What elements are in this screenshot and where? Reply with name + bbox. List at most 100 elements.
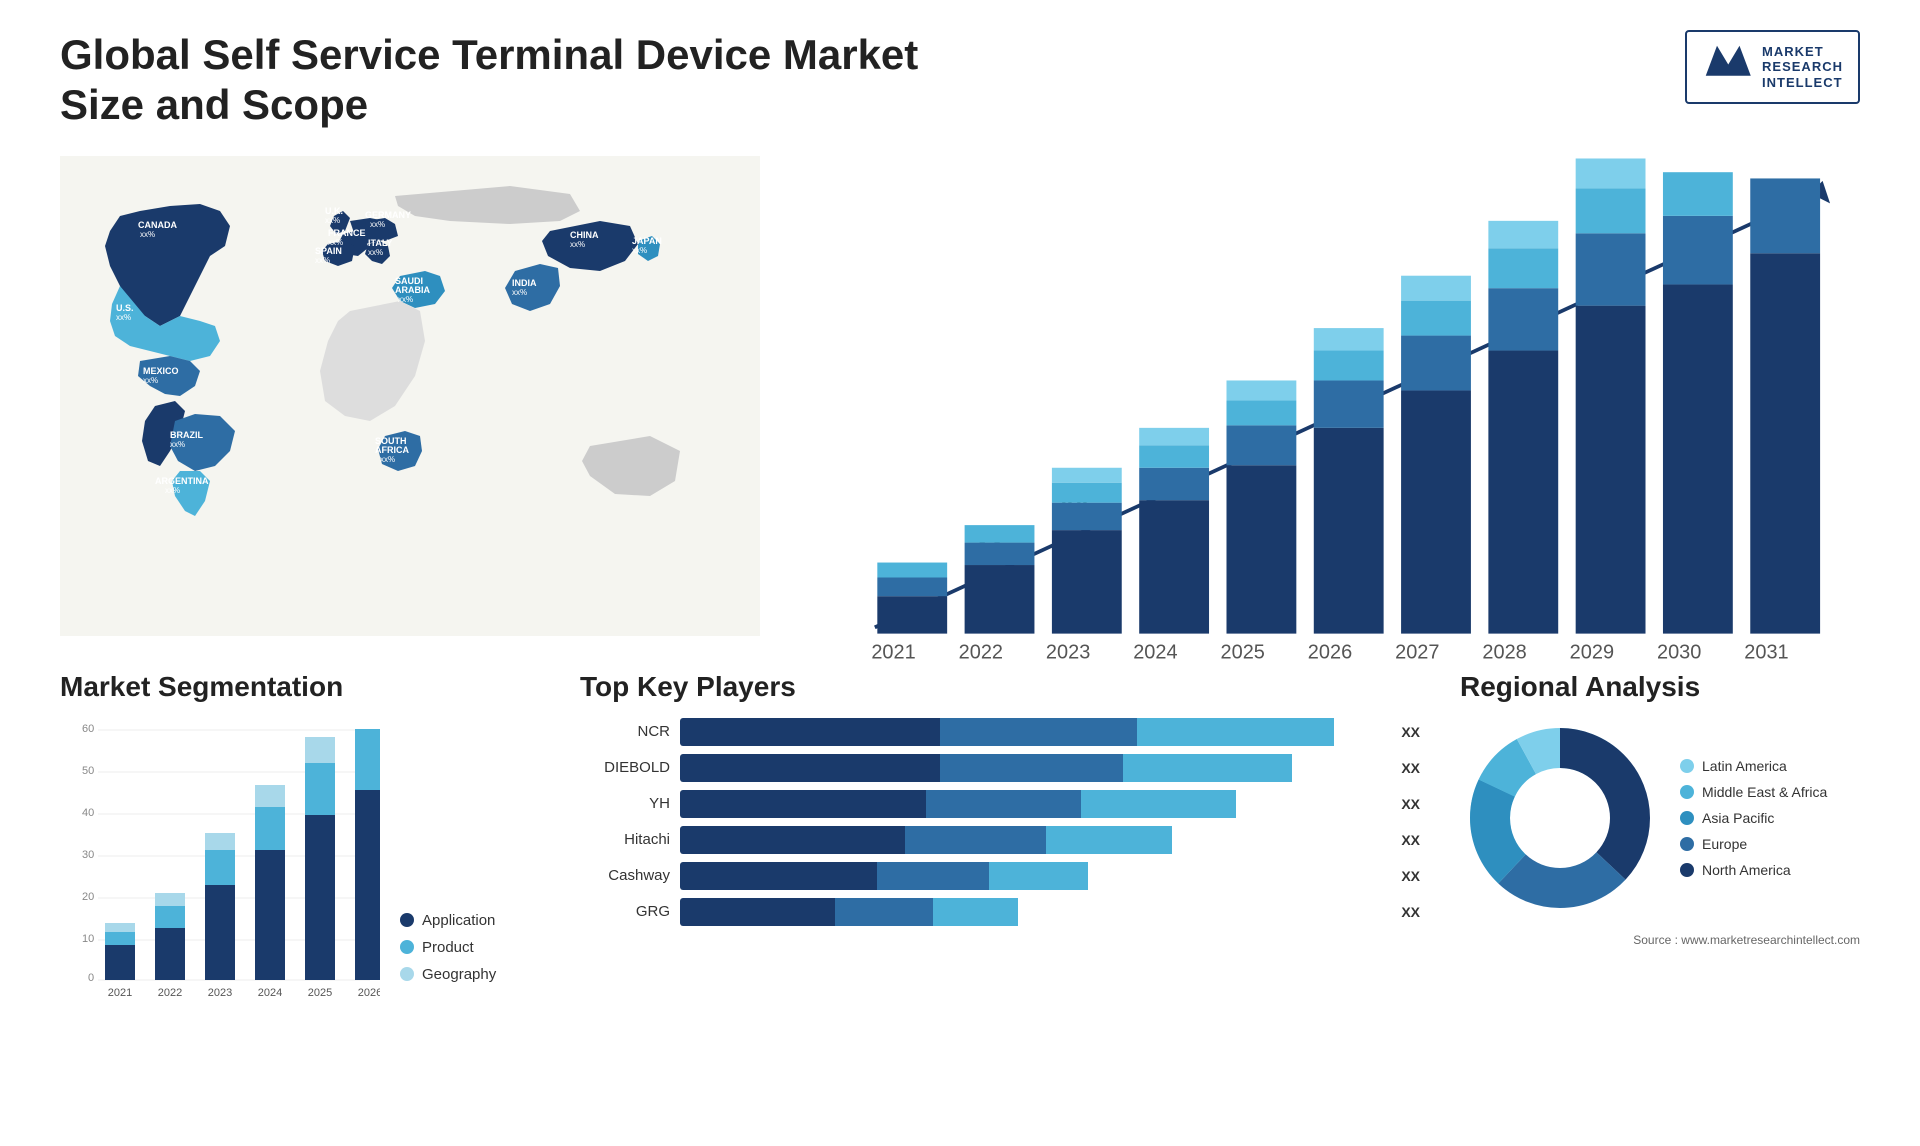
player-value-yh: XX <box>1401 796 1420 812</box>
dot-latin-america <box>1680 759 1694 773</box>
svg-text:2022: 2022 <box>158 987 182 999</box>
player-bar-ncr <box>680 718 1383 746</box>
svg-text:60: 60 <box>82 723 94 735</box>
svg-text:30: 30 <box>82 849 94 861</box>
svg-text:2021: 2021 <box>108 987 132 999</box>
svg-text:2023: 2023 <box>208 987 232 999</box>
legend-dot-geography <box>400 967 414 981</box>
player-bar-grg <box>680 898 1383 926</box>
svg-text:ARABIA: ARABIA <box>395 285 430 295</box>
player-value-cashway: XX <box>1401 868 1420 884</box>
player-bar-cashway <box>680 862 1383 890</box>
svg-text:xx%: xx% <box>370 220 385 229</box>
dot-europe <box>1680 837 1694 851</box>
legend-middle-east: Middle East & Africa <box>1680 784 1827 800</box>
legend-dot-product <box>400 940 414 954</box>
svg-text:xx%: xx% <box>632 246 647 255</box>
seg-legend: Application Product Geography <box>400 912 496 1008</box>
svg-text:0: 0 <box>88 972 94 984</box>
svg-text:xx%: xx% <box>325 216 340 225</box>
player-name-cashway: Cashway <box>580 867 670 884</box>
svg-text:50: 50 <box>82 765 94 777</box>
world-map-container: CANADA xx% U.S. xx% MEXICO xx% BRAZIL xx… <box>60 151 760 641</box>
logo-icon <box>1702 42 1752 92</box>
svg-text:FRANCE: FRANCE <box>328 228 366 238</box>
world-map-svg: CANADA xx% U.S. xx% MEXICO xx% BRAZIL xx… <box>60 151 760 641</box>
svg-text:CHINA: CHINA <box>570 230 599 240</box>
svg-text:xx%: xx% <box>398 295 413 304</box>
svg-text:AFRICA: AFRICA <box>375 445 409 455</box>
bar-chart-svg: XX XX XX XX XX XX XX XX XX XX XX <box>800 151 1860 692</box>
bottom-section: Market Segmentation 60 50 40 30 20 10 0 <box>60 671 1860 1008</box>
player-bar-diebold <box>680 754 1383 782</box>
legend-europe: Europe <box>1680 836 1827 852</box>
svg-text:2021: 2021 <box>871 641 915 663</box>
svg-text:MEXICO: MEXICO <box>143 366 179 376</box>
svg-text:2031: 2031 <box>1744 641 1788 663</box>
svg-text:xx%: xx% <box>570 240 585 249</box>
legend-label-geography: Geography <box>422 966 496 983</box>
player-row-grg: GRG XX <box>580 898 1420 926</box>
dot-north-america <box>1680 863 1694 877</box>
players-list: NCR XX DIEBOLD XX <box>580 718 1420 926</box>
player-value-grg: XX <box>1401 904 1420 920</box>
donut-chart <box>1460 718 1660 918</box>
seg-chart-svg: 60 50 40 30 20 10 0 <box>60 718 380 1008</box>
svg-text:2026: 2026 <box>1308 641 1352 663</box>
svg-text:2029: 2029 <box>1570 641 1614 663</box>
legend-label-application: Application <box>422 912 495 929</box>
svg-text:xx%: xx% <box>116 313 131 322</box>
label-asia-pacific: Asia Pacific <box>1702 810 1774 826</box>
svg-text:xx%: xx% <box>368 248 383 257</box>
svg-text:20: 20 <box>82 891 94 903</box>
svg-text:SPAIN: SPAIN <box>315 246 342 256</box>
legend-north-america: North America <box>1680 862 1827 878</box>
regional-legend: Latin America Middle East & Africa Asia … <box>1680 758 1827 878</box>
dot-asia-pacific <box>1680 811 1694 825</box>
label-europe: Europe <box>1702 836 1747 852</box>
regional-container: Regional Analysis <box>1460 671 1860 1008</box>
svg-text:xx%: xx% <box>165 486 180 495</box>
segmentation-container: Market Segmentation 60 50 40 30 20 10 0 <box>60 671 540 1008</box>
player-row-cashway: Cashway XX <box>580 862 1420 890</box>
legend-latin-america: Latin America <box>1680 758 1827 774</box>
player-row-ncr: NCR XX <box>580 718 1420 746</box>
svg-text:CANADA: CANADA <box>138 220 177 230</box>
source-text: Source : www.marketresearchintellect.com <box>1460 933 1860 947</box>
svg-text:2024: 2024 <box>258 987 282 999</box>
svg-text:2024: 2024 <box>1133 641 1177 663</box>
page-container: Global Self Service Terminal Device Mark… <box>0 0 1920 1146</box>
segmentation-title: Market Segmentation <box>60 671 540 703</box>
svg-text:xx%: xx% <box>380 455 395 464</box>
svg-text:U.K.: U.K. <box>325 206 343 216</box>
svg-text:2030: 2030 <box>1657 641 1701 663</box>
bar-chart-container: XX XX XX XX XX XX XX XX XX XX XX <box>800 151 1860 641</box>
svg-text:U.S.: U.S. <box>116 303 134 313</box>
player-name-grg: GRG <box>580 903 670 920</box>
svg-text:xx%: xx% <box>315 256 330 265</box>
player-name-diebold: DIEBOLD <box>580 759 670 776</box>
svg-text:xx%: xx% <box>170 440 185 449</box>
label-middle-east: Middle East & Africa <box>1702 784 1827 800</box>
label-latin-america: Latin America <box>1702 758 1787 774</box>
svg-text:JAPAN: JAPAN <box>632 236 662 246</box>
svg-text:xx%: xx% <box>143 376 158 385</box>
svg-text:2023: 2023 <box>1046 641 1090 663</box>
svg-text:BRAZIL: BRAZIL <box>170 430 203 440</box>
legend-label-product: Product <box>422 939 474 956</box>
svg-text:2025: 2025 <box>308 987 332 999</box>
svg-text:2025: 2025 <box>1221 641 1265 663</box>
player-value-hitachi: XX <box>1401 832 1420 848</box>
player-bar-yh <box>680 790 1383 818</box>
top-section: CANADA xx% U.S. xx% MEXICO xx% BRAZIL xx… <box>60 151 1860 641</box>
logo-text: MARKET RESEARCH INTELLECT <box>1762 44 1843 91</box>
legend-asia-pacific: Asia Pacific <box>1680 810 1827 826</box>
svg-text:2027: 2027 <box>1395 641 1439 663</box>
legend-product: Product <box>400 939 496 956</box>
player-row-diebold: DIEBOLD XX <box>580 754 1420 782</box>
svg-text:GERMANY: GERMANY <box>365 210 411 220</box>
svg-text:2026: 2026 <box>358 987 380 999</box>
svg-text:xx%: xx% <box>512 288 527 297</box>
svg-text:ARGENTINA: ARGENTINA <box>155 476 209 486</box>
player-name-yh: YH <box>580 795 670 812</box>
